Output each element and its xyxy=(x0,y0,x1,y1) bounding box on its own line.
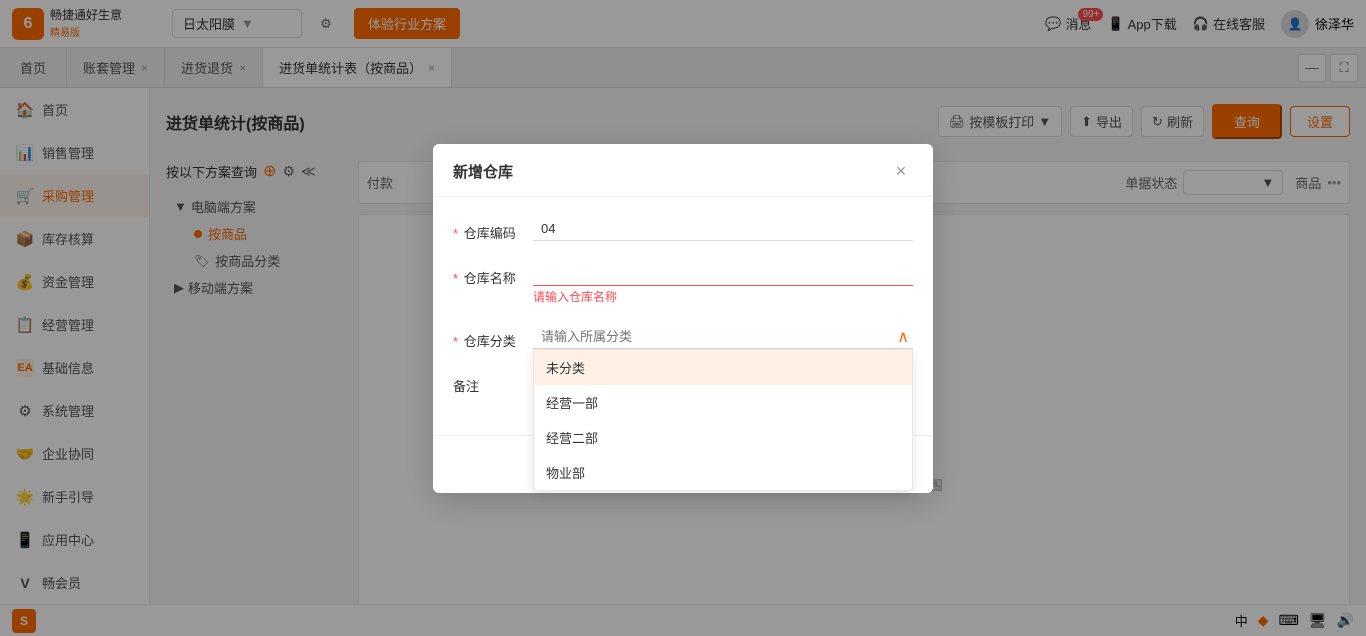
dropdown-list: 未分类 经营一部 经营二部 物业部 xyxy=(533,349,913,491)
name-field: 请输入仓库名称 xyxy=(533,262,913,305)
modal-overlay: 新增仓库 × * 仓库编码 * 仓库名称 请输入仓库名称 xyxy=(0,0,1366,636)
name-input[interactable] xyxy=(533,262,913,286)
category-label: * 仓库分类 xyxy=(453,325,533,350)
dropdown-arrow-icon[interactable]: ∧ xyxy=(897,327,909,347)
dropdown-option-property[interactable]: 物业部 xyxy=(534,455,912,490)
dropdown-option-dept1[interactable]: 经营一部 xyxy=(534,385,912,420)
remark-label: 备注 xyxy=(453,370,533,395)
code-input[interactable] xyxy=(533,217,913,241)
category-dropdown: ∧ 未分类 经营一部 经营二部 物业部 xyxy=(533,325,913,349)
dropdown-option-unclassified[interactable]: 未分类 xyxy=(534,350,912,385)
modal-header: 新增仓库 × xyxy=(433,144,933,197)
name-label: * 仓库名称 xyxy=(453,262,533,287)
dropdown-option-dept2[interactable]: 经营二部 xyxy=(534,420,912,455)
modal: 新增仓库 × * 仓库编码 * 仓库名称 请输入仓库名称 xyxy=(433,144,933,493)
modal-title: 新增仓库 xyxy=(453,161,513,182)
code-label: * 仓库编码 xyxy=(453,217,533,242)
category-input[interactable] xyxy=(533,325,913,349)
form-row-code: * 仓库编码 xyxy=(453,217,913,242)
modal-body: * 仓库编码 * 仓库名称 请输入仓库名称 * xyxy=(433,197,933,435)
form-row-name: * 仓库名称 请输入仓库名称 xyxy=(453,262,913,305)
name-error-msg: 请输入仓库名称 xyxy=(533,288,913,305)
modal-close-button[interactable]: × xyxy=(889,160,913,184)
form-row-category: * 仓库分类 ∧ 未分类 经营一部 经营二部 xyxy=(453,325,913,350)
